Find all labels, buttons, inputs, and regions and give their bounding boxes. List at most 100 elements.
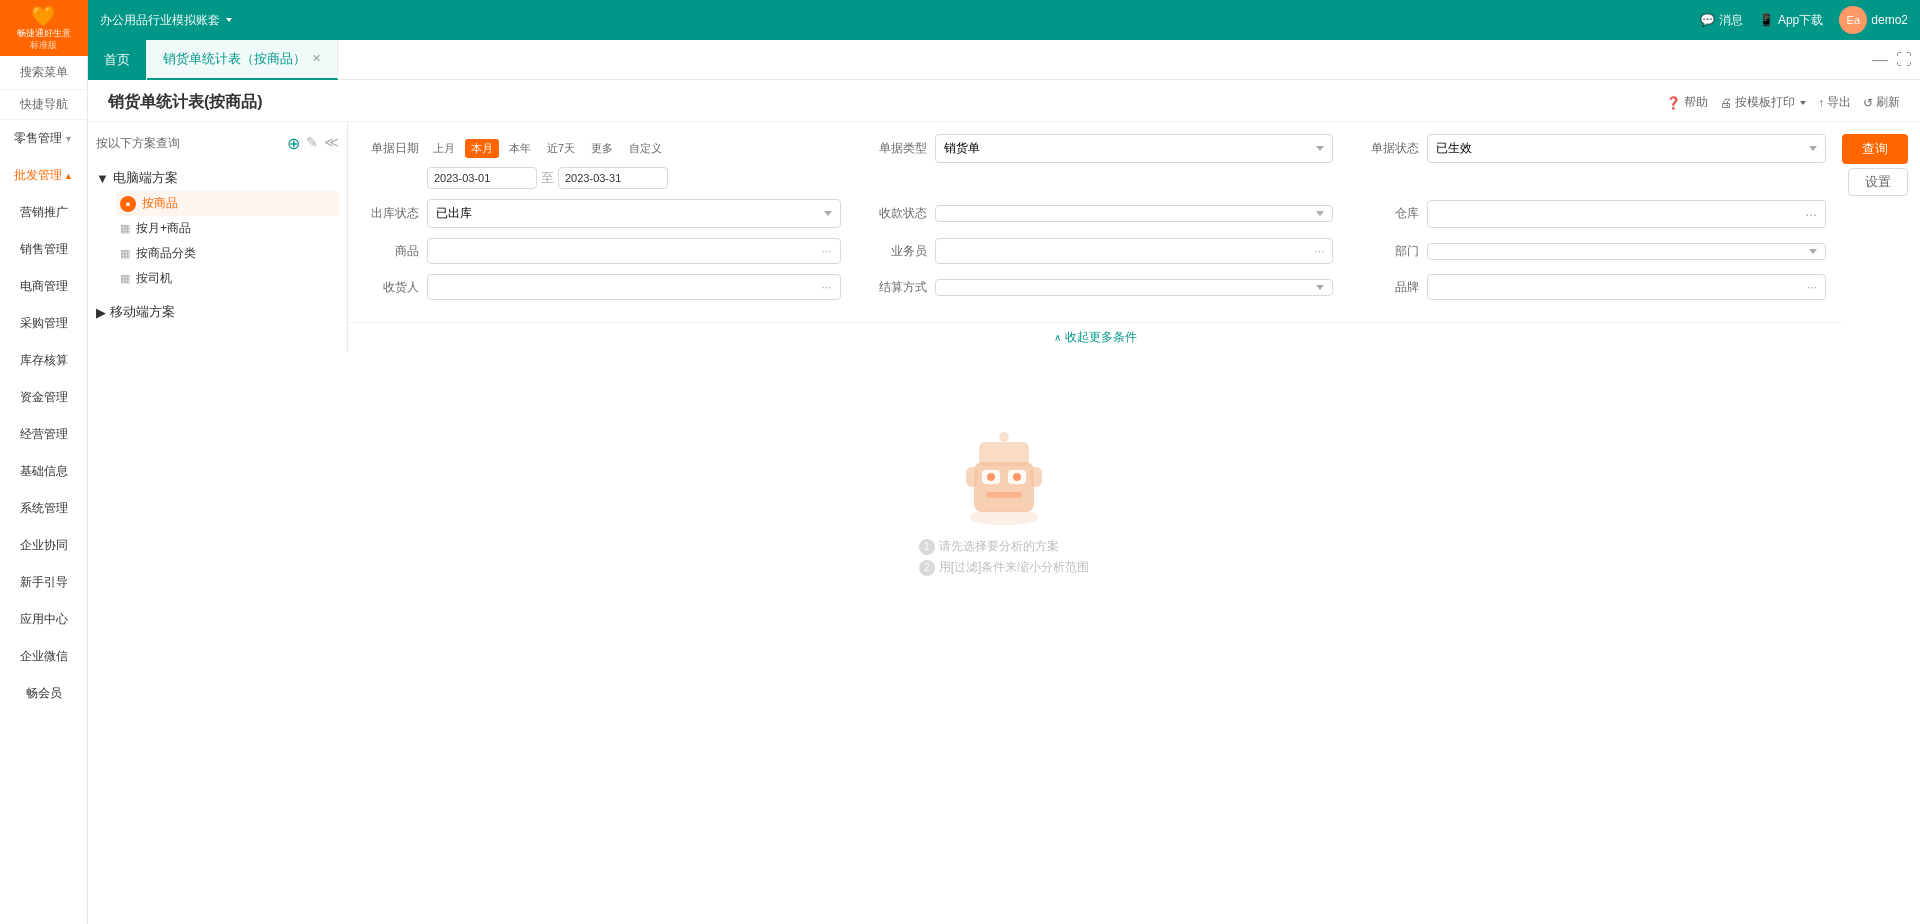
window-maximize-icon[interactable]: ⛶ [1896,51,1912,69]
desktop-plan-group[interactable]: ▼ 电脑端方案 [96,165,339,191]
date-tab-custom[interactable]: 自定义 [623,139,668,158]
collapse-more-btn[interactable]: ∧ 收起更多条件 [348,322,1842,352]
plan-item-driver[interactable]: ▦ 按司机 [116,266,339,291]
search-menu[interactable]: 搜索菜单 [0,56,87,90]
svg-point-4 [987,473,995,481]
sidebar: 🧡 畅捷通好生意 标准版 搜索菜单 快捷导航 零售管理 ▼ 批发管理 ▲ 营销推… [0,0,88,924]
user-menu[interactable]: Ea demo2 [1839,6,1908,34]
department-select[interactable] [1427,243,1826,260]
window-minimize-icon[interactable]: — [1872,51,1888,69]
filter-sidebar-title: 按以下方案查询 [96,135,180,152]
message-btn[interactable]: 💬 消息 [1700,12,1743,29]
retail-label: 零售管理 [14,130,62,147]
plan-item-by-goods[interactable]: ● 按商品 [116,191,339,216]
warehouse-label: 仓库 [1349,205,1419,222]
sidebar-item-wechat[interactable]: 企业微信 [0,638,87,675]
tab-sales-stat[interactable]: 销货单统计表（按商品） ✕ [147,40,338,80]
sidebar-item-member[interactable]: 畅会员 [0,675,87,712]
sidebar-item-inventory[interactable]: 库存核算 [0,342,87,379]
date-tab-more[interactable]: 更多 [585,139,619,158]
warehouse-more-icon[interactable]: ··· [1805,206,1817,222]
query-button[interactable]: 查询 [1842,134,1908,164]
page-header: 销货单统计表(按商品) ❓ 帮助 🖨 按模板打印 ↑ 导出 ↺ 刷新 [88,80,1920,122]
sidebar-item-retail[interactable]: 零售管理 ▼ [0,120,87,157]
desktop-arrow-icon: ▼ [96,171,109,186]
app-download-btn[interactable]: 📱 App下载 [1759,12,1823,29]
date-tab-this-year[interactable]: 本年 [503,139,537,158]
doc-type-label: 单据类型 [857,140,927,157]
date-tab-7days[interactable]: 近7天 [541,139,581,158]
doc-status-select[interactable]: 已生效 [1427,134,1826,163]
account-dropdown[interactable]: 办公用品行业模拟账套 [100,12,232,29]
plan-item-month-goods[interactable]: ▦ 按月+商品 [116,216,339,241]
export-btn[interactable]: ↑ 导出 [1818,94,1851,111]
template-print-btn[interactable]: 🖨 按模板打印 [1720,94,1806,111]
sidebar-item-marketing[interactable]: 营销推广 [0,194,87,231]
plan-category-icon: ▦ [120,247,130,260]
payment-status-label: 收款状态 [857,205,927,222]
date-tab-this-month[interactable]: 本月 [465,139,499,158]
app-label: App下载 [1778,12,1823,29]
sidebar-item-finance[interactable]: 资金管理 [0,379,87,416]
out-status-field: 出库状态 已出库 [364,199,841,228]
set-button[interactable]: 设置 [1848,168,1908,196]
svg-rect-1 [974,462,1034,512]
plan-month-goods-label: 按月+商品 [136,220,191,237]
help-btn[interactable]: ❓ 帮助 [1666,94,1708,111]
out-status-select[interactable]: 已出库 [427,199,841,228]
close-tab-icon[interactable]: ✕ [312,52,321,65]
brand-more-icon[interactable]: ··· [1807,280,1817,294]
payment-status-arrow-icon [1316,211,1324,216]
date-tab-last-month[interactable]: 上月 [427,139,461,158]
collapse-sidebar-icon[interactable]: ≪ [324,134,339,153]
svg-rect-7 [966,467,978,487]
recipient-more-icon[interactable]: ··· [822,280,832,294]
payment-status-select[interactable] [935,205,1334,222]
refresh-btn[interactable]: ↺ 刷新 [1863,94,1900,111]
sidebar-item-purchase[interactable]: 采购管理 [0,305,87,342]
doc-type-value: 销货单 [944,140,980,157]
salesperson-more-icon[interactable]: ··· [1314,244,1324,258]
sidebar-item-system[interactable]: 系统管理 [0,490,87,527]
mobile-plan-group[interactable]: ▶ 移动端方案 [96,299,339,325]
filter-row-4: 收货人 ··· 结算方式 [364,274,1826,300]
help-label: 帮助 [1684,94,1708,111]
recipient-label: 收货人 [364,279,419,296]
warehouse-select[interactable]: ··· [1427,200,1826,228]
recipient-input[interactable]: ··· [427,274,841,300]
quick-nav[interactable]: 快捷导航 [0,90,87,120]
sidebar-item-collab[interactable]: 企业协同 [0,527,87,564]
plan-category-label: 按商品分类 [136,245,196,262]
svg-rect-6 [986,492,1022,498]
brand-input[interactable]: ··· [1427,274,1826,300]
empty-state: 1 请先选择要分析的方案 2 用[过滤]条件来缩小分析范围 [88,352,1920,636]
settlement-select[interactable] [935,279,1334,296]
edit-plan-icon[interactable]: ✎ [306,134,318,153]
date-label: 单据日期 [364,140,419,157]
goods-input[interactable]: ··· [427,238,841,264]
sidebar-item-guide[interactable]: 新手引导 [0,564,87,601]
add-plan-icon[interactable]: ⊕ [287,134,300,153]
sidebar-item-basic[interactable]: 基础信息 [0,453,87,490]
goods-more-icon[interactable]: ··· [822,244,832,258]
wechat-label: 企业微信 [20,649,68,663]
out-status-value: 已出库 [436,205,472,222]
sidebar-item-ecom[interactable]: 电商管理 [0,268,87,305]
filter-sidebar: 按以下方案查询 ⊕ ✎ ≪ ▼ 电脑端方案 ● [88,122,348,352]
salesperson-input[interactable]: ··· [935,238,1334,264]
tab-home[interactable]: 首页 [88,40,147,80]
date-from-input[interactable] [427,167,537,189]
sidebar-item-sales[interactable]: 销售管理 [0,231,87,268]
inventory-label: 库存核算 [20,353,68,367]
page-title: 销货单统计表(按商品) [108,92,263,113]
sidebar-item-mgmt[interactable]: 经营管理 [0,416,87,453]
recipient-field: 收货人 ··· [364,274,841,300]
plan-item-category[interactable]: ▦ 按商品分类 [116,241,339,266]
plan-children: ● 按商品 ▦ 按月+商品 ▦ 按商品分类 ▦ [96,191,339,291]
date-to-input[interactable] [558,167,668,189]
sidebar-item-appstore[interactable]: 应用中心 [0,601,87,638]
message-icon: 💬 [1700,13,1715,27]
doc-type-select[interactable]: 销货单 [935,134,1334,163]
sidebar-item-wholesale[interactable]: 批发管理 ▲ [0,157,87,194]
marketing-label: 营销推广 [20,205,68,219]
